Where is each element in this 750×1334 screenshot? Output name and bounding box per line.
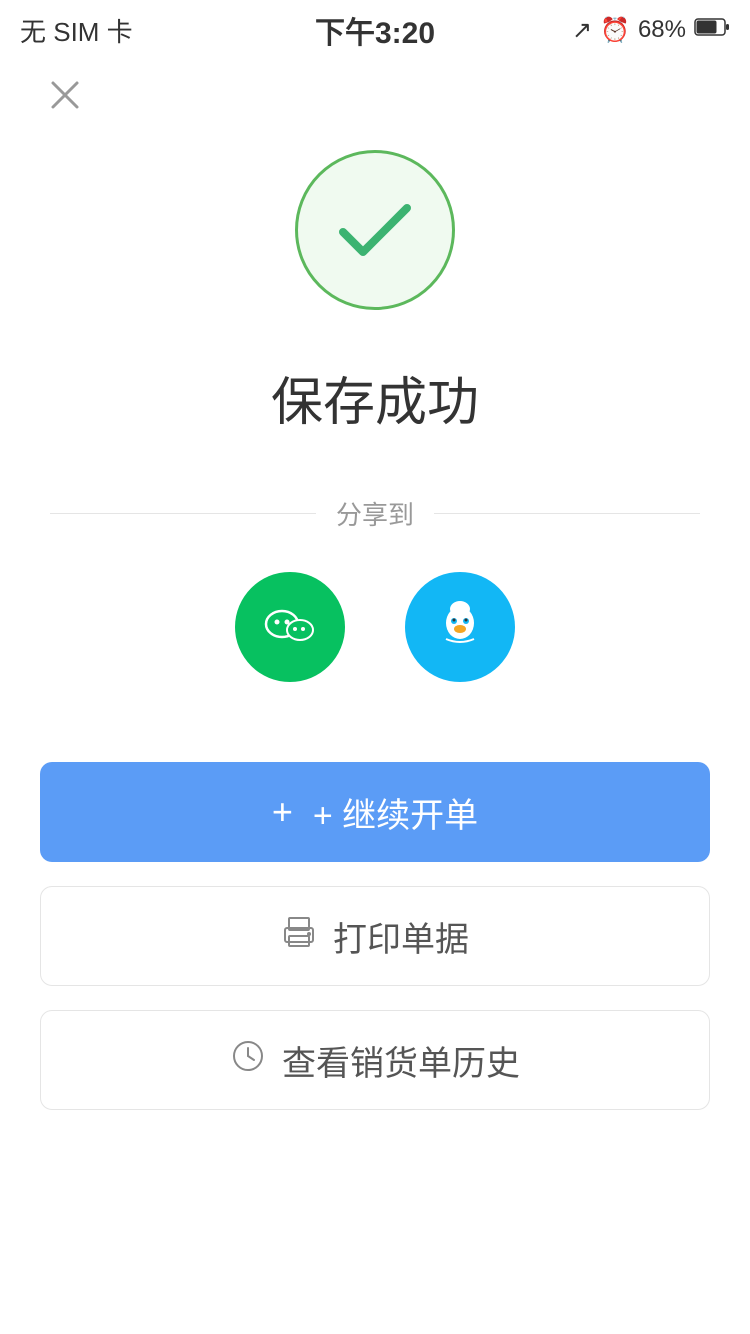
status-right: ↗ ⏰ 68% bbox=[572, 16, 730, 45]
no-sim-label: 无 SIM 卡 bbox=[20, 12, 133, 49]
checkmark-icon bbox=[335, 200, 415, 260]
printer-icon bbox=[281, 914, 317, 959]
success-circle bbox=[295, 150, 455, 310]
history-icon bbox=[230, 1038, 266, 1083]
share-icons bbox=[235, 572, 515, 682]
status-time: 下午3:20 bbox=[315, 8, 435, 52]
continue-button[interactable]: + + 继续开单 bbox=[40, 762, 710, 862]
history-label: 查看销货单历史 bbox=[282, 1036, 520, 1085]
divider-line-left bbox=[50, 513, 316, 514]
success-title: 保存成功 bbox=[271, 360, 479, 435]
battery-icon bbox=[694, 16, 730, 44]
location-icon: ↗ bbox=[572, 16, 592, 45]
main-content: 保存成功 分享到 bbox=[0, 60, 750, 1110]
wechat-share-button[interactable] bbox=[235, 572, 345, 682]
alarm-icon: ⏰ bbox=[600, 16, 630, 45]
divider-line-right bbox=[434, 513, 700, 514]
status-bar: 无 SIM 卡 下午3:20 ↗ ⏰ 68% bbox=[0, 0, 750, 60]
qq-share-button[interactable] bbox=[405, 572, 515, 682]
action-buttons: + + 继续开单 打印单据 查看销货单 bbox=[0, 762, 750, 1110]
plus-icon: + bbox=[272, 791, 293, 833]
battery-percent: 68% bbox=[638, 16, 686, 44]
history-button[interactable]: 查看销货单历史 bbox=[40, 1010, 710, 1110]
share-divider: 分享到 bbox=[0, 495, 750, 532]
print-label: 打印单据 bbox=[333, 912, 469, 961]
print-button[interactable]: 打印单据 bbox=[40, 886, 710, 986]
share-label: 分享到 bbox=[316, 495, 434, 532]
close-button[interactable] bbox=[40, 70, 90, 120]
status-left: 无 SIM 卡 bbox=[20, 12, 141, 49]
continue-label: + 继续开单 bbox=[313, 788, 478, 837]
